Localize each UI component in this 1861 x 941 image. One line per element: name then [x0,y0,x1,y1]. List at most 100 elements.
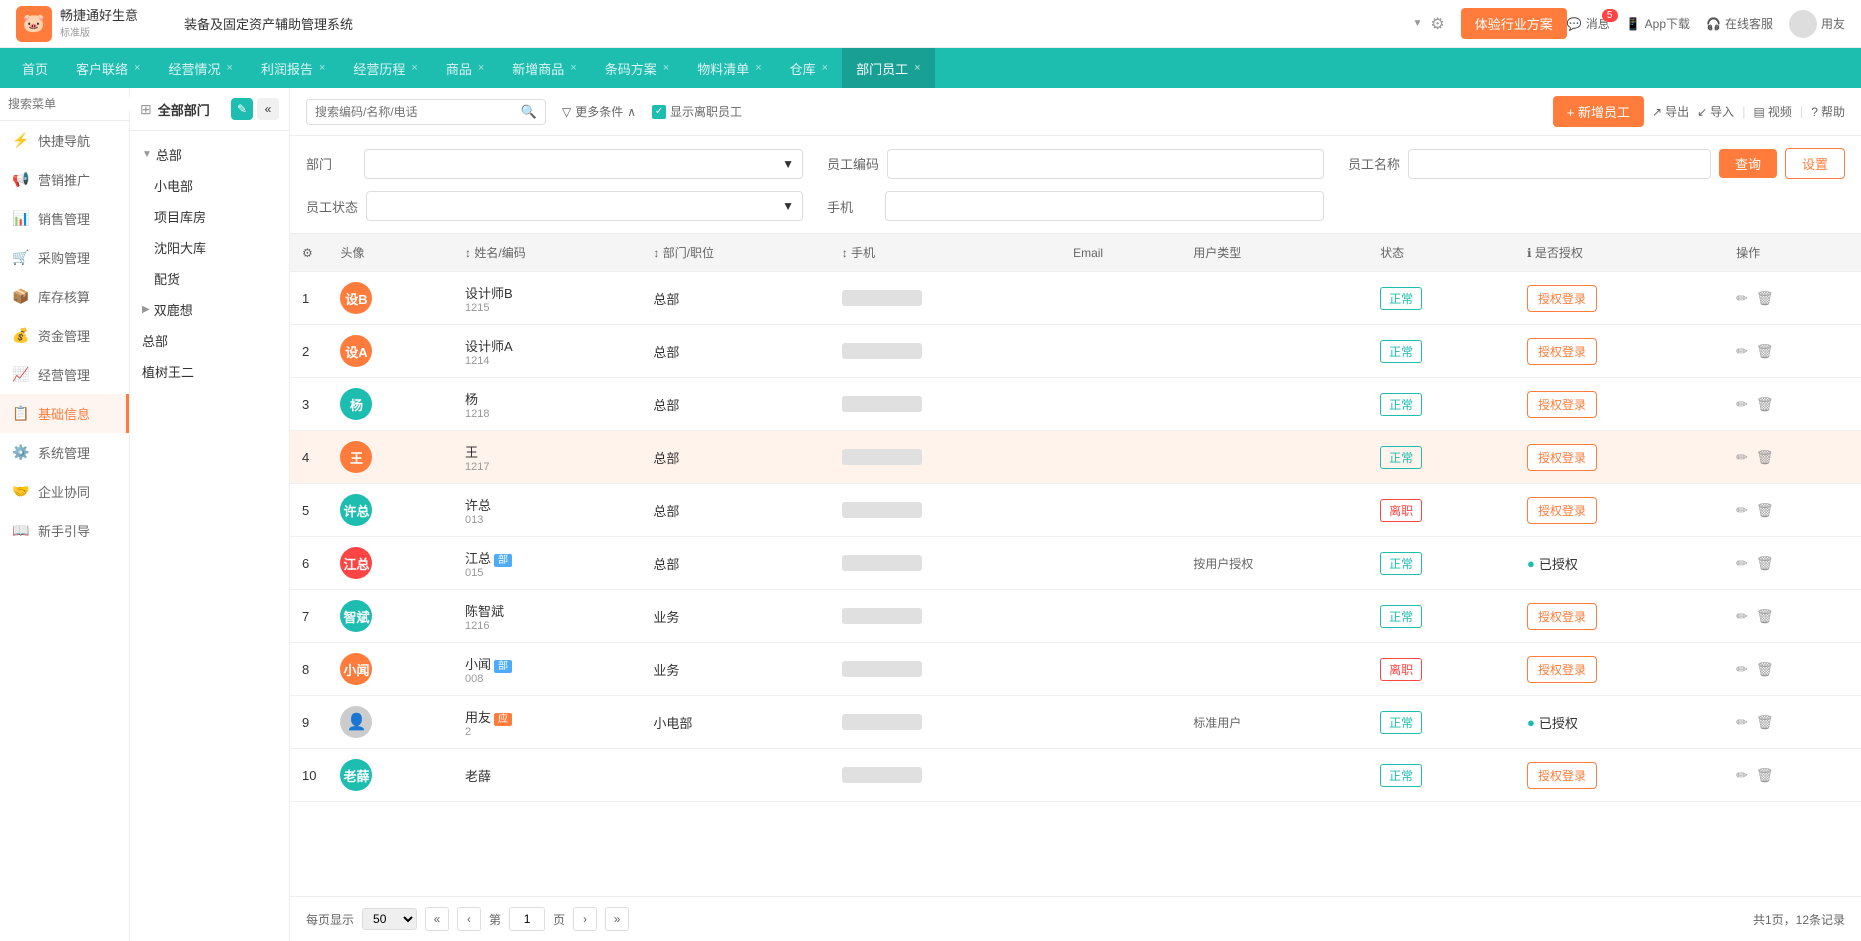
delete-icon[interactable]: 🗑 [1756,555,1774,572]
show-former-checkbox[interactable]: ✓ 显示离职员工 [652,103,742,120]
delete-icon[interactable]: 🗑 [1756,290,1774,307]
dept-node-project[interactable]: 项目库房 [130,201,289,232]
edit-icon[interactable]: ✏ [1736,396,1748,413]
status-filter-select[interactable]: ▼ [366,191,803,221]
auth-login-btn[interactable]: 授权登录 [1527,444,1597,471]
auth-login-btn[interactable]: 授权登录 [1527,762,1597,789]
delete-icon[interactable]: 🗑 [1756,661,1774,678]
close-warehouse-tab[interactable]: × [822,62,828,74]
first-page-btn[interactable]: « [425,907,449,931]
close-employee-tab[interactable]: × [914,62,920,74]
edit-icon[interactable]: ✏ [1736,449,1748,466]
view-btn[interactable]: ▤ 视频 [1754,103,1792,120]
close-history-tab[interactable]: × [411,62,417,74]
th-name[interactable]: ↕ 姓名/编码 [453,234,641,272]
sidebar-item-guide[interactable]: 📖 新手引导 [0,511,129,550]
more-filter-btn[interactable]: ▽ 更多条件 ∧ [554,99,644,124]
nav-tab-employee[interactable]: 部门员工 × [842,48,934,88]
last-page-btn[interactable]: » [605,907,629,931]
delete-icon[interactable]: 🗑 [1756,502,1774,519]
auth-login-btn[interactable]: 授权登录 [1527,656,1597,683]
auth-login-btn[interactable]: 授权登录 [1527,285,1597,312]
edit-icon[interactable]: ✏ [1736,714,1748,731]
export-btn[interactable]: ↗ 导出 [1652,103,1689,120]
delete-icon[interactable]: 🗑 [1756,343,1774,360]
close-addgoods-tab[interactable]: × [570,62,576,74]
dept-filter-select[interactable]: ▼ [364,149,803,179]
edit-icon[interactable]: ✏ [1736,661,1748,678]
empcode-filter-input[interactable] [887,149,1324,179]
nav-tab-customer[interactable]: 客户联络 × [62,48,154,88]
auth-login-btn[interactable]: 授权登录 [1527,497,1597,524]
message-item[interactable]: 💬 消息 5 [1567,15,1610,32]
th-settings[interactable]: ⚙ [290,234,328,272]
dept-node-shuanglu[interactable]: ▶ 双鹿想 [130,294,289,325]
close-profit-tab[interactable]: × [319,62,325,74]
sidebar-item-operations[interactable]: 📈 经营管理 [0,355,129,394]
app-download-item[interactable]: 📱 App下载 [1626,15,1690,32]
close-barcode-tab[interactable]: × [663,62,669,74]
sidebar-item-finance[interactable]: 💰 资金管理 [0,316,129,355]
auth-login-btn[interactable]: 授权登录 [1527,338,1597,365]
delete-icon[interactable]: 🗑 [1756,396,1774,413]
page-number-input[interactable] [509,907,545,931]
nav-tab-bom[interactable]: 物料清单 × [683,48,775,88]
dept-node-shenyang[interactable]: 沈阳大库 [130,232,289,263]
page-size-select[interactable]: 50 100 200 [362,908,417,930]
delete-icon[interactable]: 🗑 [1756,714,1774,731]
sidebar-item-system[interactable]: ⚙️ 系统管理 [0,433,129,472]
query-button[interactable]: 查询 [1719,149,1777,178]
nav-tab-warehouse[interactable]: 仓库 × [776,48,842,88]
trial-button[interactable]: 体验行业方案 [1461,8,1567,39]
close-bom-tab[interactable]: × [755,62,761,74]
sidebar-item-inventory[interactable]: 📦 库存核算 [0,277,129,316]
help-btn[interactable]: ? 帮助 [1811,103,1845,120]
nav-tab-addgoods[interactable]: 新增商品 × [498,48,590,88]
nav-tab-history[interactable]: 经营历程 × [339,48,431,88]
add-employee-button[interactable]: + 新增员工 [1553,96,1644,127]
nav-tab-barcode[interactable]: 条码方案 × [591,48,683,88]
user-item[interactable]: 用友 [1789,10,1845,38]
edit-icon[interactable]: ✏ [1736,343,1748,360]
sidebar-item-quicknav[interactable]: ⚡ 快捷导航 [0,121,129,160]
sidebar-item-marketing[interactable]: 📢 营销推广 [0,160,129,199]
delete-icon[interactable]: 🗑 [1756,608,1774,625]
nav-tab-home[interactable]: 首页 [8,48,62,88]
nav-tab-profit[interactable]: 利润报告 × [247,48,339,88]
edit-icon[interactable]: ✏ [1736,767,1748,784]
dept-node-xiaodibu[interactable]: 小电部 [130,170,289,201]
dept-node-zhishu[interactable]: 植树王二 [130,356,289,387]
th-phone[interactable]: ↕ 手机 [830,234,1061,272]
dept-node-parent1[interactable]: ▼ 总部 [130,139,289,170]
delete-icon[interactable]: 🗑 [1756,449,1774,466]
nav-tab-business[interactable]: 经营情况 × [154,48,246,88]
edit-icon[interactable]: ✏ [1736,290,1748,307]
close-business-tab[interactable]: × [226,62,232,74]
dept-collapse-btn[interactable]: « [257,98,279,120]
edit-icon[interactable]: ✏ [1736,608,1748,625]
nav-tab-goods[interactable]: 商品 × [432,48,498,88]
prev-page-btn[interactable]: ‹ [457,907,481,931]
th-dept[interactable]: ↕ 部门/职位 [641,234,829,272]
dept-node-dispatch[interactable]: 配货 [130,263,289,294]
sidebar-item-collab[interactable]: 🤝 企业协同 [0,472,129,511]
sidebar-item-purchase[interactable]: 🛒 采购管理 [0,238,129,277]
search-input[interactable] [315,105,517,119]
dept-edit-btn[interactable]: ✎ [231,98,253,120]
online-service-item[interactable]: 🎧 在线客服 [1706,15,1773,32]
auth-login-btn[interactable]: 授权登录 [1527,391,1597,418]
phone-filter-input[interactable] [885,191,1324,221]
edit-icon[interactable]: ✏ [1736,502,1748,519]
delete-icon[interactable]: 🗑 [1756,767,1774,784]
empname-filter-input[interactable] [1408,149,1711,179]
close-goods-tab[interactable]: × [478,62,484,74]
close-customer-tab[interactable]: × [134,62,140,74]
import-btn[interactable]: ↙ 导入 [1697,103,1734,120]
auth-login-btn[interactable]: 授权登录 [1527,603,1597,630]
edit-icon[interactable]: ✏ [1736,555,1748,572]
set-button[interactable]: 设置 [1785,148,1845,179]
settings-icon[interactable]: ⚙ [1430,14,1444,34]
sidebar-item-basic[interactable]: 📋 基础信息 [0,394,129,433]
system-title-dropdown[interactable]: ▼ [1412,18,1422,29]
next-page-btn[interactable]: › [573,907,597,931]
